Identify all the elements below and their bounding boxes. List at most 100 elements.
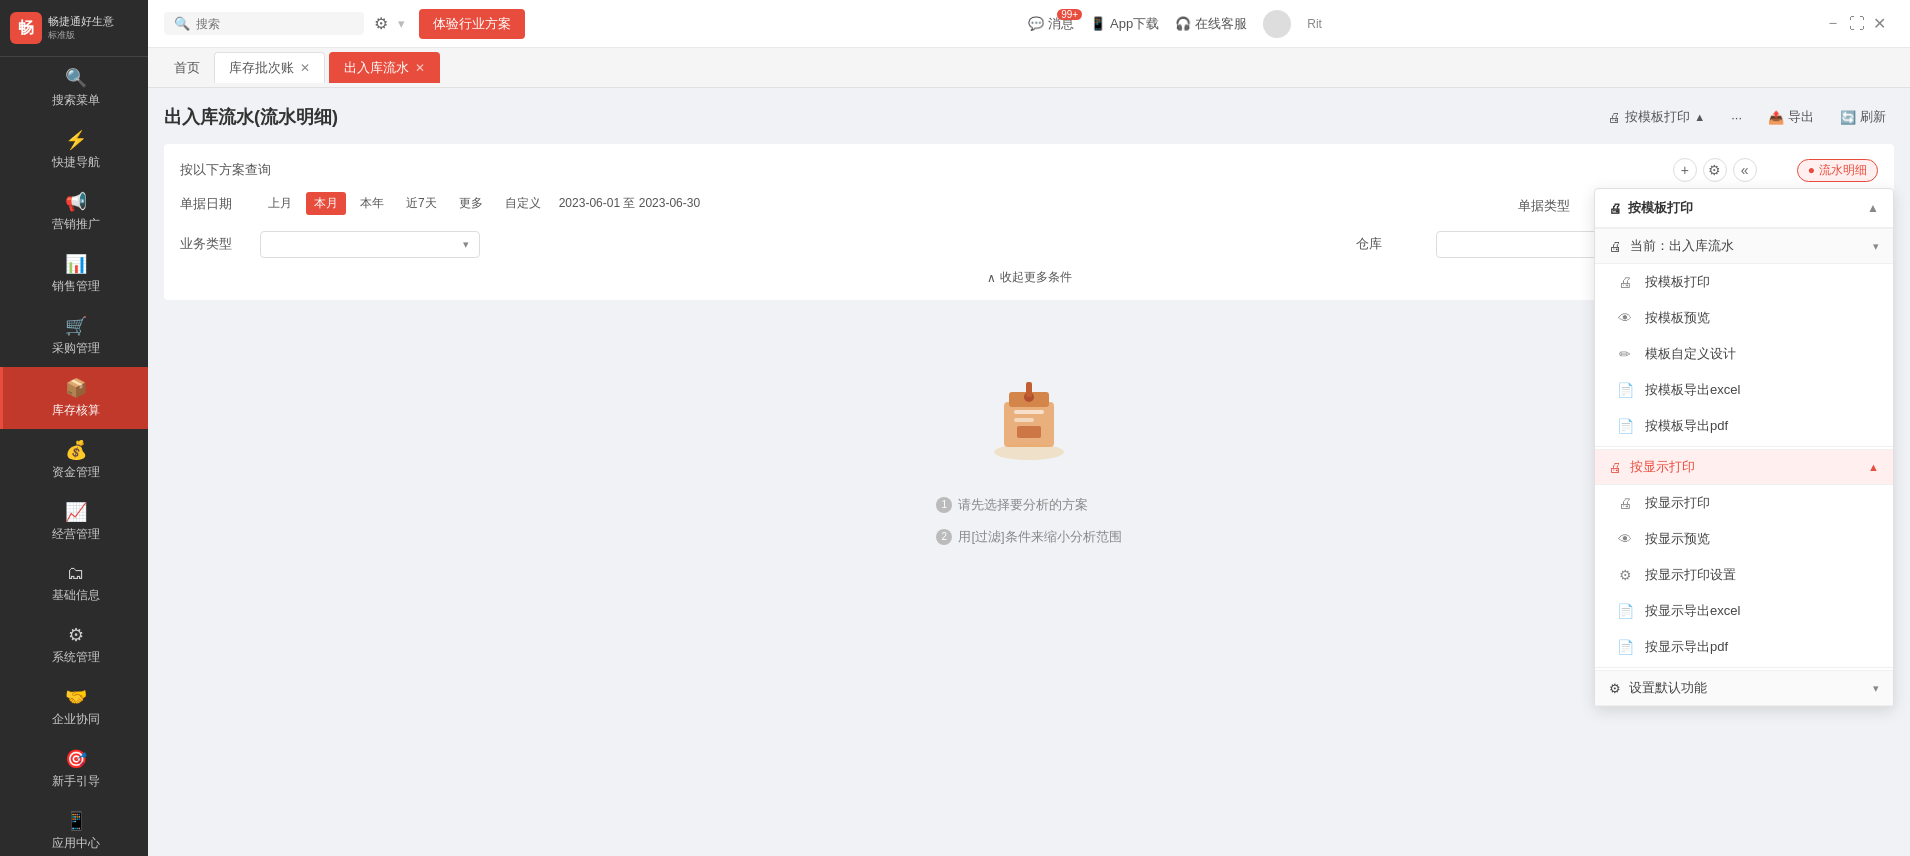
- collapse-label: 收起更多条件: [1000, 269, 1072, 286]
- dropdown-separator-2: [1595, 667, 1893, 668]
- current-text: 当前：出入库流水: [1630, 237, 1734, 255]
- display-section-chevron-icon: ▲: [1868, 461, 1879, 473]
- tag-label: 流水明细: [1819, 162, 1867, 179]
- biz-type-chevron-icon: ▾: [463, 238, 469, 251]
- search-bar[interactable]: 🔍: [164, 12, 364, 35]
- sidebar-icon-enterprise: 🤝: [65, 686, 87, 708]
- doc-type-label: 单据类型: [1518, 197, 1588, 215]
- dropdown-current-section[interactable]: 🖨 当前：出入库流水 ▾: [1595, 228, 1893, 264]
- add-filter-button[interactable]: +: [1673, 158, 1697, 182]
- refresh-icon: 🔄: [1840, 110, 1856, 125]
- empty-illustration: [979, 372, 1079, 472]
- sidebar-item-newbie[interactable]: 🎯 新手引导: [0, 738, 148, 800]
- date-btn-last-month[interactable]: 上月: [260, 192, 300, 215]
- sidebar-label-basic-info: 基础信息: [52, 587, 100, 604]
- tag-icon: ●: [1808, 163, 1815, 177]
- tab-home[interactable]: 首页: [164, 53, 210, 83]
- sidebar-item-basic-info[interactable]: 🗂 基础信息: [0, 553, 148, 614]
- maximize-button[interactable]: ⛶: [1849, 15, 1865, 33]
- sidebar-item-search-menu[interactable]: 🔍 搜索菜单: [0, 57, 148, 119]
- dropdown-item-display-pdf[interactable]: 📄 按显示导出pdf: [1595, 629, 1893, 665]
- date-group: 上月 本月 本年 近7天 更多 自定义: [260, 192, 549, 215]
- dropdown-header: 🖨 按模板打印 ▲: [1595, 189, 1893, 228]
- dropdown-icon-display-print: 🖨: [1615, 495, 1635, 511]
- sidebar-label-enterprise: 企业协同: [52, 711, 100, 728]
- sidebar-label-quick-nav: 快捷导航: [52, 154, 100, 171]
- date-btn-custom[interactable]: 自定义: [497, 192, 549, 215]
- dropdown-item-display-preview[interactable]: 👁 按显示预览: [1595, 521, 1893, 557]
- refresh-button[interactable]: 🔄 刷新: [1832, 104, 1894, 130]
- page-content: 出入库流水(流水明细) 🖨 按模板打印 ▲ ··· 📤 导出 🔄 刷新: [148, 88, 1910, 856]
- date-btn-more[interactable]: 更多: [451, 192, 491, 215]
- template-print-chevron-icon: ▲: [1694, 111, 1705, 123]
- dropdown-header-chevron-icon[interactable]: ▲: [1867, 201, 1879, 215]
- svg-rect-1: [1004, 402, 1054, 447]
- filter-settings-button[interactable]: ⚙: [1703, 158, 1727, 182]
- tab-inventory-batch-close-icon[interactable]: ✕: [300, 61, 310, 75]
- dropdown-set-default[interactable]: ⚙ 设置默认功能 ▾: [1595, 670, 1893, 706]
- tab-inventory-batch[interactable]: 库存批次账 ✕: [214, 52, 325, 83]
- date-btn-7days[interactable]: 近7天: [398, 192, 445, 215]
- app-download-button[interactable]: 📱 App下载: [1090, 15, 1159, 33]
- dropdown-item-display-print[interactable]: 🖨 按显示打印: [1595, 485, 1893, 521]
- date-range-display: 2023-06-01 至 2023-06-30: [559, 195, 700, 212]
- app-download-icon: 📱: [1090, 16, 1106, 31]
- settings-gear-icon[interactable]: ⚙: [374, 14, 388, 33]
- sidebar-item-inventory[interactable]: 📦 库存核算: [0, 367, 148, 429]
- sidebar-label-newbie: 新手引导: [52, 773, 100, 790]
- date-btn-this-month[interactable]: 本月: [306, 192, 346, 215]
- warehouse-value: [1447, 237, 1451, 252]
- biz-type-select[interactable]: ▾: [260, 231, 480, 258]
- dropdown-item-display-print-settings[interactable]: ⚙ 按显示打印设置: [1595, 557, 1893, 593]
- tab-in-out-flow-close-icon[interactable]: ✕: [415, 61, 425, 75]
- dropdown-icon-template-pdf: 📄: [1615, 418, 1635, 434]
- sidebar-item-purchase[interactable]: 🛒 采购管理: [0, 305, 148, 367]
- header-right: 💬 消息 99+ 📱 App下载 🎧 在线客服 Rit: [1028, 10, 1322, 38]
- message-button[interactable]: 💬 消息 99+: [1028, 15, 1074, 33]
- sidebar-items: 🔍 搜索菜单 ⚡ 快捷导航 📢 营销推广 📊 销售管理 🛒 采购管理 📦 库存核…: [0, 57, 148, 856]
- window-controls: － ⛶ ✕: [1825, 13, 1894, 34]
- tab-in-out-flow[interactable]: 出入库流水 ✕: [329, 52, 440, 83]
- close-button[interactable]: ✕: [1873, 14, 1886, 33]
- user-avatar[interactable]: [1263, 10, 1291, 38]
- svg-rect-3: [1014, 410, 1044, 414]
- dropdown-label-template-excel: 按模板导出excel: [1645, 381, 1740, 399]
- filter-tag[interactable]: ● 流水明细: [1797, 159, 1878, 182]
- minimize-button[interactable]: －: [1825, 13, 1841, 34]
- top-header: 🔍 ⚙ ▾ 体验行业方案 💬 消息 99+ 📱 App下载 🎧 在线客服 Rit: [148, 0, 1910, 48]
- dropdown-display-section[interactable]: 🖨 按显示打印 ▲: [1595, 449, 1893, 485]
- filter-collapse-button[interactable]: «: [1733, 158, 1757, 182]
- more-actions-button[interactable]: ···: [1723, 106, 1750, 129]
- sidebar-item-system[interactable]: ⚙ 系统管理: [0, 614, 148, 676]
- app-logo: 畅 畅捷通好生意 标准版: [0, 0, 148, 57]
- page-title-bar: 出入库流水(流水明细) 🖨 按模板打印 ▲ ··· 📤 导出 🔄 刷新: [164, 104, 1894, 130]
- sidebar-icon-sales: 📊: [65, 253, 87, 275]
- dropdown-display-items: 🖨 按显示打印 👁 按显示预览 ⚙ 按显示打印设置 📄 按显示导出excel 📄…: [1595, 485, 1893, 665]
- query-label: 按以下方案查询: [180, 161, 250, 179]
- sidebar-item-marketing[interactable]: 📢 营销推广: [0, 181, 148, 243]
- sidebar-item-quick-nav[interactable]: ⚡ 快捷导航: [0, 119, 148, 181]
- warehouse-label: 仓库: [1356, 235, 1426, 253]
- dropdown-item-display-excel[interactable]: 📄 按显示导出excel: [1595, 593, 1893, 629]
- sidebar-item-operations[interactable]: 📈 经营管理: [0, 491, 148, 553]
- industry-solution-button[interactable]: 体验行业方案: [419, 9, 525, 39]
- date-btn-this-year[interactable]: 本年: [352, 192, 392, 215]
- search-input[interactable]: [196, 17, 336, 31]
- dropdown-icon-template-preview: 👁: [1615, 310, 1635, 326]
- dropdown-item-template-preview[interactable]: 👁 按模板预览: [1595, 300, 1893, 336]
- sidebar-item-sales[interactable]: 📊 销售管理: [0, 243, 148, 305]
- template-print-button[interactable]: 🖨 按模板打印 ▲: [1600, 104, 1713, 130]
- sidebar-item-app-center[interactable]: 📱 应用中心: [0, 800, 148, 856]
- dropdown-item-template-custom[interactable]: ✏ 模板自定义设计: [1595, 336, 1893, 372]
- sidebar-item-finance[interactable]: 💰 资金管理: [0, 429, 148, 491]
- export-button[interactable]: 📤 导出: [1760, 104, 1822, 130]
- dropdown-item-template-excel[interactable]: 📄 按模板导出excel: [1595, 372, 1893, 408]
- dropdown-item-template-print[interactable]: 🖨 按模板打印: [1595, 264, 1893, 300]
- page-title: 出入库流水(流水明细): [164, 105, 338, 129]
- sidebar-item-enterprise[interactable]: 🤝 企业协同: [0, 676, 148, 738]
- dropdown-item-template-pdf[interactable]: 📄 按模板导出pdf: [1595, 408, 1893, 444]
- online-service-button[interactable]: 🎧 在线客服: [1175, 15, 1247, 33]
- dropdown-set-default-label: ⚙ 设置默认功能: [1609, 679, 1707, 697]
- filter-row-top: 按以下方案查询 + ⚙ « ● 流水明细: [180, 158, 1878, 182]
- dropdown-label-display-preview: 按显示预览: [1645, 530, 1710, 548]
